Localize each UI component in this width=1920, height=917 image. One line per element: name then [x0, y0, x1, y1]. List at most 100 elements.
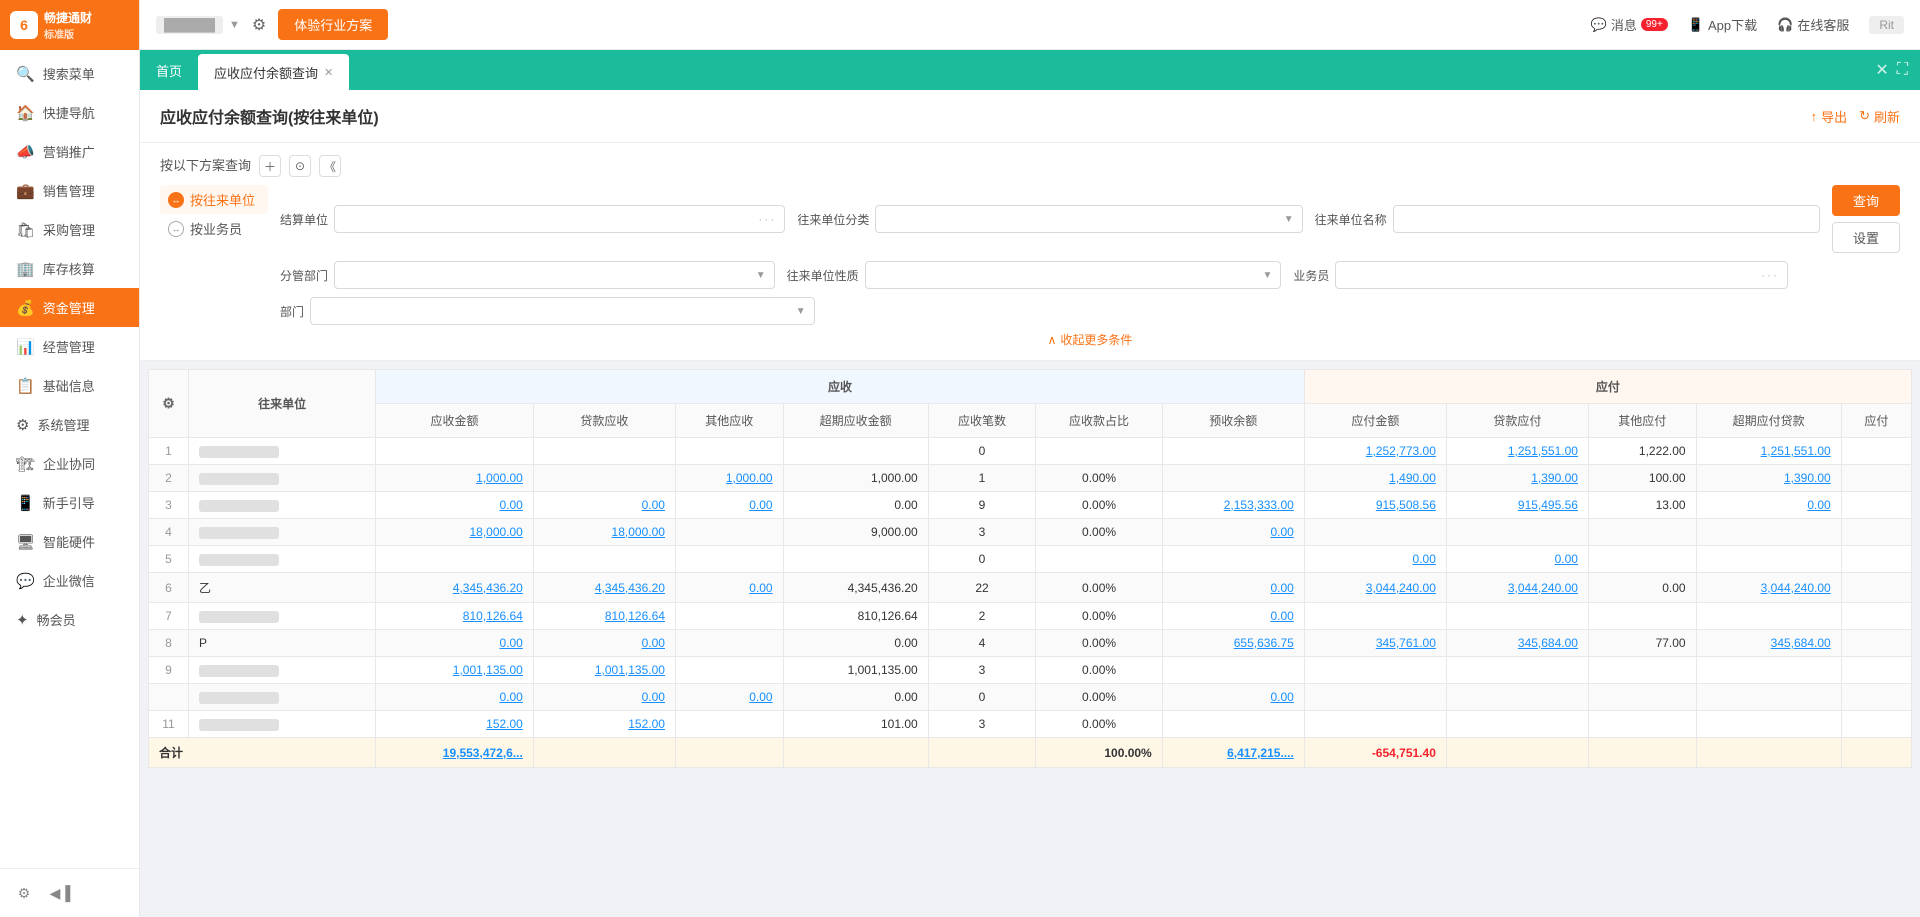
- scheme-item2-label: 按业务员: [190, 219, 242, 238]
- sidebar-item-label: 智能硬件: [43, 532, 95, 551]
- partner-cell: [189, 546, 376, 573]
- company-name: ██████: [156, 16, 223, 34]
- tab-fullscreen-btn[interactable]: ⛶: [1897, 61, 1908, 79]
- app-download-btn[interactable]: 📱 App下载: [1688, 15, 1757, 34]
- tab-query[interactable]: 应收应付余额查询 ✕: [198, 54, 349, 90]
- filter-add-btn[interactable]: ＋: [259, 155, 281, 177]
- table-row: 8P0.000.000.0040.00%655,636.75345,761.00…: [149, 630, 1912, 657]
- fenguan-dropdown[interactable]: ▼: [334, 261, 775, 289]
- partner-cell: [189, 657, 376, 684]
- company-selector[interactable]: ██████ ▼: [156, 16, 240, 34]
- basic-icon: 📋: [16, 377, 35, 395]
- sidebar-nav: 🔍 搜索菜单 🏠 快捷导航 📣 营销推广 💼 销售管理 🛍 采购管理 🏢 库存核…: [0, 50, 139, 868]
- prepay-header: 预收余额: [1162, 404, 1304, 438]
- footer-collapse-btn[interactable]: ◀▐: [46, 879, 74, 907]
- table-row: 6乙4,345,436.204,345,436.200.004,345,436.…: [149, 573, 1912, 603]
- sidebar-item-member[interactable]: ✦ 畅会员: [0, 600, 139, 639]
- filter-collapse: ∧ 收起更多条件: [280, 331, 1900, 348]
- total-other-ap: [1588, 738, 1696, 768]
- partner-cell: [189, 711, 376, 738]
- yingshou-group-header: 应收: [376, 370, 1305, 404]
- sidebar-item-system[interactable]: ⚙ 系统管理: [0, 405, 139, 444]
- filter-settings-icon[interactable]: ⊙: [289, 155, 311, 177]
- sidebar-item-inventory[interactable]: 🏢 库存核算: [0, 249, 139, 288]
- sidebar-item-label: 资金管理: [43, 298, 95, 317]
- partner-name-input[interactable]: [1393, 205, 1820, 233]
- loan-ap-header: 贷款应付: [1446, 404, 1588, 438]
- logo-text: 畅捷通财: [44, 9, 92, 26]
- table-settings-icon[interactable]: ⚙: [162, 395, 175, 411]
- collapse-btn[interactable]: ∧ 收起更多条件: [1048, 331, 1133, 348]
- filter-left-arrow-btn[interactable]: 《: [319, 155, 341, 177]
- sidebar-item-marketing[interactable]: 📣 营销推广: [0, 132, 139, 171]
- sidebar-item-sales[interactable]: 💼 销售管理: [0, 171, 139, 210]
- export-icon: ↑: [1811, 109, 1818, 124]
- table-area: ⚙ 往来单位 应收 应付 应收金额 贷款应收 其他应收 超期应收金额 应收笔数 …: [140, 361, 1920, 917]
- dept-dropdown[interactable]: ▼: [310, 297, 815, 325]
- total-ap-amount: -654,751.40: [1304, 738, 1446, 768]
- sidebar-item-label: 营销推广: [43, 142, 95, 161]
- tab-close-icon[interactable]: ✕: [324, 66, 333, 79]
- sidebar-item-wechat[interactable]: 💬 企业微信: [0, 561, 139, 600]
- tab-home-label: 首页: [156, 61, 182, 80]
- trial-industry-btn[interactable]: 体验行业方案: [278, 9, 388, 40]
- sidebar-item-finance[interactable]: 💰 资金管理: [0, 288, 139, 327]
- scheme-item-partner[interactable]: ↔ 按往来单位: [160, 185, 268, 214]
- sidebar-logo: 6 畅捷通财 标准版: [0, 0, 139, 50]
- collapse-label: 收起更多条件: [1060, 331, 1132, 348]
- overdue-ap-header: 超期应付贷款: [1696, 404, 1841, 438]
- scheme-item-salesman[interactable]: ↔ 按业务员: [160, 214, 268, 243]
- salesman-dots: ···: [1761, 268, 1779, 282]
- refresh-btn[interactable]: ↻ 刷新: [1859, 107, 1900, 126]
- query-btn[interactable]: 查询: [1832, 185, 1900, 216]
- settings-col-header[interactable]: ⚙: [149, 370, 189, 438]
- online-service-btn[interactable]: 🎧 在线客服: [1777, 15, 1849, 34]
- topbar-gear-btn[interactable]: ⚙: [252, 15, 266, 35]
- ap-amount-header: 应付金额: [1304, 404, 1446, 438]
- total-ar-amount[interactable]: 19,553,472,6...: [376, 738, 534, 768]
- table-row: 0.000.000.000.0000.00%0.00: [149, 684, 1912, 711]
- marketing-icon: 📣: [16, 143, 35, 161]
- tab-home[interactable]: 首页: [140, 50, 198, 90]
- filter-field-dept: 部门 ▼: [280, 297, 815, 325]
- jiesuan-input[interactable]: ···: [334, 205, 785, 233]
- jiesuan-label: 结算单位: [280, 211, 328, 228]
- sidebar-item-operations[interactable]: 📊 经营管理: [0, 327, 139, 366]
- app-label: App下载: [1708, 15, 1757, 34]
- filter-field-partner-cat: 往来单位分类 ▼: [797, 205, 1302, 233]
- collapse-up-icon: ∧: [1048, 333, 1057, 347]
- total-prepay[interactable]: 6,417,215....: [1162, 738, 1304, 768]
- sidebar-item-quick-nav[interactable]: 🏠 快捷导航: [0, 93, 139, 132]
- sidebar-item-search-menu[interactable]: 🔍 搜索菜单: [0, 54, 139, 93]
- sidebar-item-label: 经营管理: [43, 337, 95, 356]
- user-avatar[interactable]: Rit: [1869, 17, 1904, 32]
- message-btn[interactable]: 💬 消息 99+: [1591, 15, 1668, 34]
- sidebar-item-guide[interactable]: 📱 新手引导: [0, 483, 139, 522]
- message-label: 消息: [1611, 15, 1637, 34]
- export-btn[interactable]: ↑ 导出: [1811, 107, 1848, 126]
- partner-cat-arrow: ▼: [1284, 214, 1294, 225]
- topbar-right: 💬 消息 99+ 📱 App下载 🎧 在线客服 Rit: [1591, 15, 1904, 34]
- scheme-item-label: 按往来单位: [190, 190, 255, 209]
- partner-cat-dropdown[interactable]: ▼: [875, 205, 1302, 233]
- sidebar-item-purchase[interactable]: 🛍 采购管理: [0, 210, 139, 249]
- yingfu-group-header: 应付: [1304, 370, 1911, 404]
- sidebar-item-label: 企业微信: [43, 571, 95, 590]
- total-ar-count: [928, 738, 1036, 768]
- dept-arrow: ▼: [796, 306, 806, 317]
- table-row: 418,000.0018,000.009,000.0030.00%0.00: [149, 519, 1912, 546]
- message-badge: 99+: [1641, 18, 1668, 31]
- sidebar-item-hardware[interactable]: 🖥 智能硬件: [0, 522, 139, 561]
- settings-btn[interactable]: 设置: [1832, 222, 1900, 253]
- total-label: 合计: [149, 738, 376, 768]
- sidebar-item-label: 基础信息: [43, 376, 95, 395]
- partner-nature-dropdown[interactable]: ▼: [865, 261, 1282, 289]
- sidebar-item-corp[interactable]: 🏗 企业协同: [0, 444, 139, 483]
- partner-cell: [189, 438, 376, 465]
- sidebar-item-basic[interactable]: 📋 基础信息: [0, 366, 139, 405]
- search-icon: 🔍: [16, 65, 35, 83]
- sidebar-item-label: 系统管理: [37, 415, 89, 434]
- footer-settings-btn[interactable]: ⚙: [10, 879, 38, 907]
- salesman-input[interactable]: ···: [1335, 261, 1788, 289]
- tab-close-all-btn[interactable]: ✕: [1875, 60, 1888, 80]
